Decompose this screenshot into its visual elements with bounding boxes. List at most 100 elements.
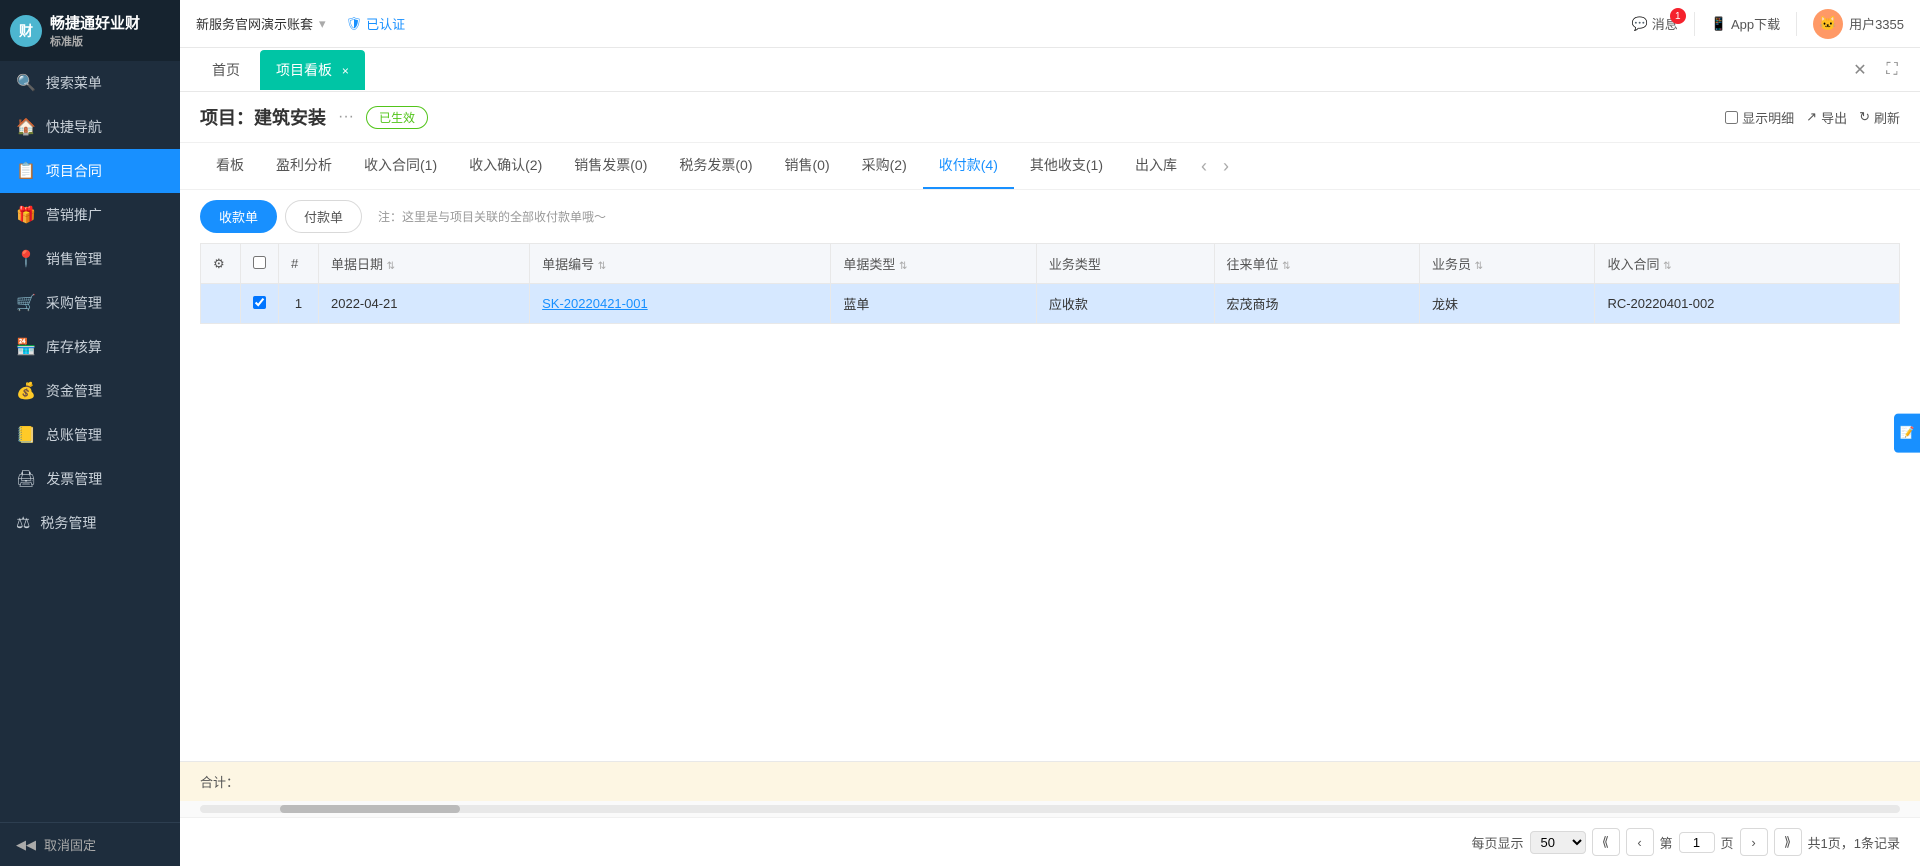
show-detail-toggle[interactable]: 显示明细 <box>1725 108 1794 127</box>
col-partner[interactable]: 往来单位 ⇅ <box>1214 244 1419 284</box>
col-code[interactable]: 单据编号 ⇅ <box>530 244 831 284</box>
last-page-button[interactable]: ⟫ <box>1774 828 1802 856</box>
show-detail-checkbox[interactable] <box>1725 111 1738 124</box>
sidebar-item-finance[interactable]: 💰 资金管理 <box>0 369 180 413</box>
module-tab-inout[interactable]: 出入库 <box>1119 143 1193 189</box>
invoice-icon: 🖨 <box>16 469 36 489</box>
sidebar-item-label: 销售管理 <box>46 249 102 269</box>
row-salesperson: 龙妹 <box>1419 284 1594 324</box>
module-tab-profit[interactable]: 盈利分析 <box>260 143 348 189</box>
sidebar-item-tax[interactable]: ⚖ 税务管理 <box>0 501 180 545</box>
tab-bar: 首页 项目看板 × ✕ ⛶ <box>180 48 1920 92</box>
col-code-label: 单据编号 <box>542 257 594 272</box>
sidebar-item-label: 搜索菜单 <box>46 73 102 93</box>
row-checkbox[interactable] <box>253 296 266 309</box>
row-num: 1 <box>279 284 319 324</box>
module-tab-other[interactable]: 其他收支(1) <box>1014 143 1119 189</box>
table-header-row: ⚙ # 单据日期 ⇅ 单据编号 ⇅ <box>201 244 1900 284</box>
export-button[interactable]: ↗ 导出 <box>1806 108 1847 127</box>
sidebar-item-marketing[interactable]: 🎁 营销推广 <box>0 193 180 237</box>
sidebar-item-inventory[interactable]: 🏪 库存核算 <box>0 325 180 369</box>
module-tab-kanban[interactable]: 看板 <box>200 143 260 189</box>
module-tab-sales-invoice[interactable]: 销售发票(0) <box>558 143 663 189</box>
tab-arrow-left[interactable]: ‹ <box>1193 156 1215 177</box>
prev-page-button[interactable]: ‹ <box>1626 828 1654 856</box>
refresh-button[interactable]: ↻ 刷新 <box>1859 108 1900 127</box>
next-page-button[interactable]: › <box>1740 828 1768 856</box>
user-menu[interactable]: 🐱 用户3355 <box>1813 9 1904 39</box>
subtab-receipt[interactable]: 收款单 <box>200 200 277 233</box>
sidebar-item-project-contract[interactable]: 📋 项目合同 <box>0 149 180 193</box>
sidebar-item-search[interactable]: 🔍 搜索菜单 <box>0 61 180 105</box>
ledger-icon: 📒 <box>16 425 36 445</box>
col-date[interactable]: 单据日期 ⇅ <box>319 244 530 284</box>
feedback-button[interactable]: 📝 <box>1894 414 1920 453</box>
app-download-label: App下载 <box>1731 14 1780 33</box>
subtab-payment[interactable]: 付款单 <box>285 200 362 233</box>
tab-home[interactable]: 首页 <box>196 50 256 90</box>
sort-icon: ⇅ <box>387 261 395 272</box>
sidebar-item-label: 项目合同 <box>46 161 102 181</box>
module-tab-sales[interactable]: 销售(0) <box>769 143 846 189</box>
total-row: 合计： <box>180 761 1920 801</box>
sidebar-item-ledger[interactable]: 📒 总账管理 <box>0 413 180 457</box>
app-download-button[interactable]: 📱 App下载 <box>1711 14 1780 33</box>
sidebar-item-invoice[interactable]: 🖨 发票管理 <box>0 457 180 501</box>
module-tab-payment[interactable]: 收付款(4) <box>923 143 1014 189</box>
maximize-window-button[interactable]: ⛶ <box>1880 58 1904 82</box>
col-gear[interactable]: ⚙ <box>201 244 241 284</box>
verified-badge: 🛡 已认证 <box>346 14 406 33</box>
sidebar-item-label: 快捷导航 <box>46 117 102 137</box>
window-controls: ✕ ⛶ <box>1848 58 1904 82</box>
select-all-checkbox[interactable] <box>253 256 266 269</box>
col-type[interactable]: 单据类型 ⇅ <box>831 244 1036 284</box>
row-code-link[interactable]: SK-20220421-001 <box>542 296 648 311</box>
module-tab-income-confirm[interactable]: 收入确认(2) <box>453 143 558 189</box>
tab-home-label: 首页 <box>212 62 240 78</box>
project-more-button[interactable]: ··· <box>338 108 354 126</box>
close-window-button[interactable]: ✕ <box>1848 58 1872 82</box>
per-page-label: 每页显示 <box>1471 833 1523 852</box>
sort-icon: ⇅ <box>1663 261 1671 272</box>
row-check[interactable] <box>241 284 279 324</box>
avatar: 🐱 <box>1813 9 1843 39</box>
project-header: 项目：建筑安装 ··· 已生效 显示明细 ↗ 导出 ↻ 刷新 <box>180 92 1920 143</box>
sort-icon: ⇅ <box>899 261 907 272</box>
per-page-select[interactable]: 50 100 <box>1530 831 1586 854</box>
first-page-button[interactable]: ⟪ <box>1592 828 1620 856</box>
account-selector[interactable]: 新服务官网演示账套 ▾ <box>196 14 326 33</box>
finance-icon: 💰 <box>16 381 36 401</box>
row-gear <box>201 284 241 324</box>
scrollbar-thumb[interactable] <box>280 805 460 813</box>
data-table: ⚙ # 单据日期 ⇅ 单据编号 ⇅ <box>200 243 1900 324</box>
message-button[interactable]: 💬 消息 1 <box>1632 14 1678 33</box>
sidebar-item-quick-nav[interactable]: 🏠 快捷导航 <box>0 105 180 149</box>
module-tab-income-contract[interactable]: 收入合同(1) <box>348 143 453 189</box>
sidebar-item-sales[interactable]: 📍 销售管理 <box>0 237 180 281</box>
row-code[interactable]: SK-20220421-001 <box>530 284 831 324</box>
tab-project-board[interactable]: 项目看板 × <box>260 50 365 90</box>
total-label: 合计： <box>200 775 239 790</box>
inventory-icon: 🏪 <box>16 337 36 357</box>
col-salesperson[interactable]: 业务员 ⇅ <box>1419 244 1594 284</box>
tab-arrow-right[interactable]: › <box>1215 156 1237 177</box>
table-head: ⚙ # 单据日期 ⇅ 单据编号 ⇅ <box>201 244 1900 284</box>
project-icon: 📋 <box>16 161 36 181</box>
feedback-icon: 📝 <box>1900 426 1914 441</box>
project-title: 项目：建筑安装 <box>200 104 326 130</box>
unpin-button[interactable]: ◀◀ 取消固定 <box>0 822 180 866</box>
user-label: 用户3355 <box>1849 14 1904 33</box>
refresh-label: 刷新 <box>1874 108 1900 127</box>
sales-icon: 📍 <box>16 249 36 269</box>
tab-close-icon[interactable]: × <box>342 64 349 78</box>
sidebar-item-label: 总账管理 <box>46 425 102 445</box>
col-contract[interactable]: 收入合同 ⇅ <box>1595 244 1900 284</box>
horizontal-scrollbar[interactable] <box>200 805 1900 813</box>
main-area: 新服务官网演示账套 ▾ 🛡 已认证 💬 消息 1 📱 App下载 🐱 用户335… <box>180 0 1920 866</box>
sidebar-item-purchase[interactable]: 🛒 采购管理 <box>0 281 180 325</box>
module-tab-purchase[interactable]: 采购(2) <box>846 143 923 189</box>
table-row[interactable]: 1 2022-04-21 SK-20220421-001 蓝单 应收款 宏茂商场… <box>201 284 1900 324</box>
phone-icon: 📱 <box>1711 16 1727 32</box>
module-tab-tax-invoice[interactable]: 税务发票(0) <box>663 143 768 189</box>
current-page-input[interactable] <box>1679 832 1715 853</box>
